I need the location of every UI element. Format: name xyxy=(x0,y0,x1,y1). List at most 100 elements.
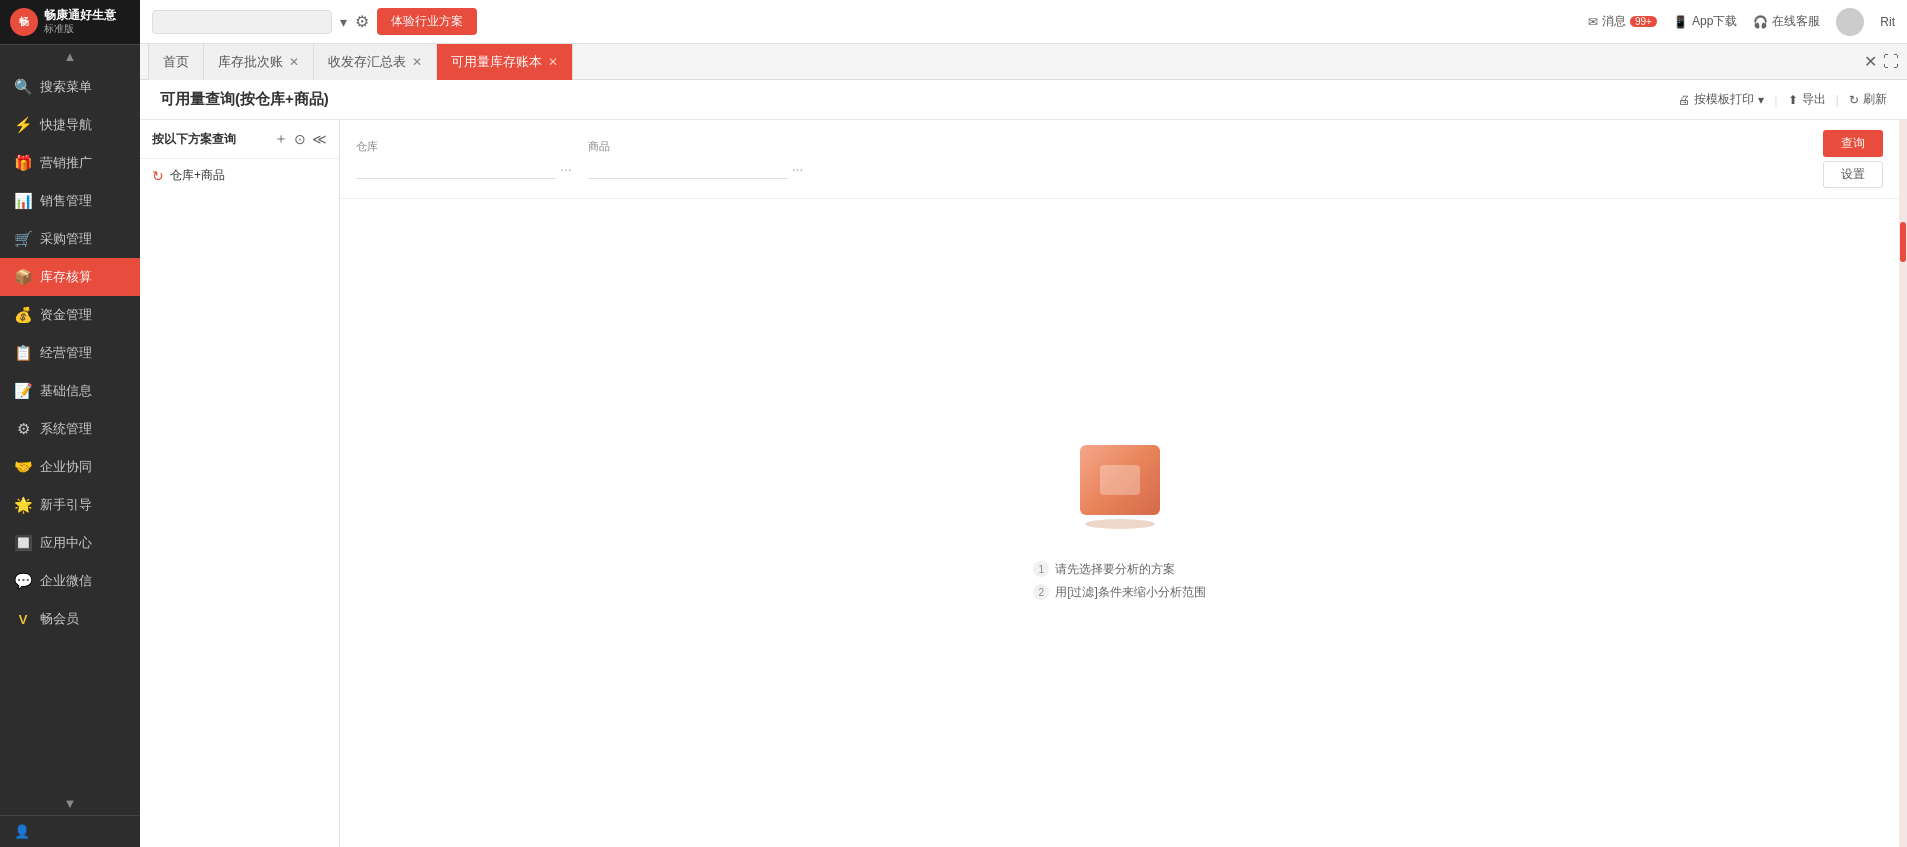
apps-icon: 🔲 xyxy=(14,534,32,552)
query-btn[interactable]: 查询 xyxy=(1823,130,1883,157)
empty-tips: 1 请先选择要分析的方案 2 用[过滤]条件来缩小分析范围 xyxy=(1033,561,1206,601)
scheme-item-warehouse-goods[interactable]: ↻ 仓库+商品 xyxy=(140,159,339,192)
goods-more-btn[interactable]: ··· xyxy=(792,161,804,177)
tab-home-label: 首页 xyxy=(163,53,189,71)
mobile-icon: 📱 xyxy=(1673,15,1688,29)
box-icon: 📦 xyxy=(14,268,32,286)
page-actions: 🖨 按模板打印 ▾ | ⬆ 导出 | ↻ 刷新 xyxy=(1678,91,1887,108)
online-service-label: 在线客服 xyxy=(1772,13,1820,30)
sidebar-scroll-down[interactable]: ▼ xyxy=(0,792,140,815)
app-download-btn[interactable]: 📱 App下载 xyxy=(1673,13,1737,30)
sidebar-scroll-up[interactable]: ▲ xyxy=(0,45,140,68)
sidebar-item-member[interactable]: V 畅会员 xyxy=(0,600,140,638)
note-icon: 📝 xyxy=(14,382,32,400)
sidebar-item-label: 销售管理 xyxy=(40,192,92,210)
sidebar-item-label: 资金管理 xyxy=(40,306,92,324)
user-icon: 👤 xyxy=(14,824,30,839)
topbar-search-input[interactable] xyxy=(152,10,332,34)
right-scrollbar[interactable] xyxy=(1899,120,1907,847)
message-label: 消息 xyxy=(1602,13,1626,30)
goods-input[interactable] xyxy=(588,158,788,179)
warehouse-label: 仓库 xyxy=(356,139,572,154)
tab-available-inventory[interactable]: 可用量库存账本 ✕ xyxy=(437,44,573,80)
tab-inventory-batch-close[interactable]: ✕ xyxy=(289,55,299,69)
chevron-down-icon: ▾ xyxy=(1758,93,1764,107)
sidebar-item-shortcut[interactable]: ⚡ 快捷导航 xyxy=(0,106,140,144)
sidebar-item-basic[interactable]: 📝 基础信息 xyxy=(0,372,140,410)
online-service-btn[interactable]: 🎧 在线客服 xyxy=(1753,13,1820,30)
tab-close-all-btn[interactable]: ✕ xyxy=(1864,52,1877,71)
export-btn[interactable]: ⬆ 导出 xyxy=(1788,91,1826,108)
app-download-label: App下载 xyxy=(1692,13,1737,30)
tab-inventory-batch[interactable]: 库存批次账 ✕ xyxy=(204,44,314,80)
sidebar-item-label: 快捷导航 xyxy=(40,116,92,134)
sidebar-item-newbie[interactable]: 🌟 新手引导 xyxy=(0,486,140,524)
sidebar-item-inventory[interactable]: 📦 库存核算 xyxy=(0,258,140,296)
sidebar-company-name: 畅康通好生意 xyxy=(44,8,116,22)
goods-filter: 商品 ··· xyxy=(588,139,804,179)
scheme-icon: ↻ xyxy=(152,168,164,184)
sidebar-item-label: 经营管理 xyxy=(40,344,92,362)
sidebar-item-sales[interactable]: 📊 销售管理 xyxy=(0,182,140,220)
sidebar-item-label: 营销推广 xyxy=(40,154,92,172)
print-template-btn[interactable]: 🖨 按模板打印 ▾ xyxy=(1678,91,1764,108)
industry-solution-btn[interactable]: 体验行业方案 xyxy=(377,8,477,35)
refresh-btn[interactable]: ↻ 刷新 xyxy=(1849,91,1887,108)
empty-state: 1 请先选择要分析的方案 2 用[过滤]条件来缩小分析范围 xyxy=(340,199,1899,847)
right-panel: 仓库 ··· 商品 ··· 查询 设置 xyxy=(340,120,1899,847)
sidebar-item-system[interactable]: ⚙ 系统管理 xyxy=(0,410,140,448)
tab-stock-summary[interactable]: 收发存汇总表 ✕ xyxy=(314,44,437,80)
sidebar-item-enterprise[interactable]: 🤝 企业协同 xyxy=(0,448,140,486)
refresh-icon: ↻ xyxy=(1849,93,1859,107)
message-btn[interactable]: ✉ 消息 99+ xyxy=(1588,13,1657,30)
left-panel-title: 按以下方案查询 xyxy=(152,131,268,148)
gift-icon: 🎁 xyxy=(14,154,32,172)
sidebar-item-purchase[interactable]: 🛒 采购管理 xyxy=(0,220,140,258)
warehouse-more-btn[interactable]: ··· xyxy=(560,161,572,177)
headset-icon: 🎧 xyxy=(1753,15,1768,29)
gear-icon: ⚙ xyxy=(14,420,32,438)
tab-stock-summary-close[interactable]: ✕ xyxy=(412,55,422,69)
left-panel: 按以下方案查询 ＋ ⊙ ≪ ↻ 仓库+商品 xyxy=(140,120,340,847)
tab-stock-summary-label: 收发存汇总表 xyxy=(328,53,406,71)
money-icon: 💰 xyxy=(14,306,32,324)
search-icon: 🔍 xyxy=(14,78,32,96)
page-header: 可用量查询(按仓库+商品) 🖨 按模板打印 ▾ | ⬆ 导出 | ↻ 刷新 xyxy=(140,80,1907,120)
sidebar-item-search[interactable]: 🔍 搜索菜单 xyxy=(0,68,140,106)
main-area: ▾ ⚙ 体验行业方案 ✉ 消息 99+ 📱 App下载 🎧 在线客服 Rit 首… xyxy=(140,0,1907,847)
tab-home[interactable]: 首页 xyxy=(148,44,204,80)
scheme-settings-btn[interactable]: ⊙ xyxy=(294,131,306,147)
export-icon: ⬆ xyxy=(1788,93,1798,107)
sidebar-header: 畅 畅康通好生意 标准版 xyxy=(0,0,140,45)
tab-expand-btn[interactable]: ⛶ xyxy=(1883,53,1899,71)
sidebar-item-apps[interactable]: 🔲 应用中心 xyxy=(0,524,140,562)
topbar-gear-icon[interactable]: ⚙ xyxy=(355,12,369,31)
topbar: ▾ ⚙ 体验行业方案 ✉ 消息 99+ 📱 App下载 🎧 在线客服 Rit xyxy=(140,0,1907,44)
empty-illustration xyxy=(1070,445,1170,545)
settings-btn[interactable]: 设置 xyxy=(1823,161,1883,188)
sidebar-logo: 畅 xyxy=(10,8,38,36)
empty-tip-2-text: 用[过滤]条件来缩小分析范围 xyxy=(1055,584,1206,601)
add-scheme-btn[interactable]: ＋ xyxy=(274,130,288,148)
scheme-item-label: 仓库+商品 xyxy=(170,167,225,184)
sidebar-item-label: 基础信息 xyxy=(40,382,92,400)
tab-available-inventory-close[interactable]: ✕ xyxy=(548,55,558,69)
topbar-dropdown-btn[interactable]: ▾ xyxy=(340,14,347,30)
sidebar-footer[interactable]: 👤 xyxy=(0,815,140,847)
sidebar-item-finance[interactable]: 💰 资金管理 xyxy=(0,296,140,334)
collapse-panel-btn[interactable]: ≪ xyxy=(312,131,327,147)
sidebar-item-label: 企业微信 xyxy=(40,572,92,590)
sidebar-item-operation[interactable]: 📋 经营管理 xyxy=(0,334,140,372)
clipboard-icon: 📋 xyxy=(14,344,32,362)
warehouse-input[interactable] xyxy=(356,158,556,179)
chat-icon: 💬 xyxy=(14,572,32,590)
sidebar-item-label: 应用中心 xyxy=(40,534,92,552)
print-icon: 🖨 xyxy=(1678,93,1690,107)
scrollbar-thumb[interactable] xyxy=(1900,222,1906,262)
sidebar-item-wechat[interactable]: 💬 企业微信 xyxy=(0,562,140,600)
cart-icon: 🛒 xyxy=(14,230,32,248)
handshake-icon: 🤝 xyxy=(14,458,32,476)
sidebar-item-marketing[interactable]: 🎁 营销推广 xyxy=(0,144,140,182)
filter-bar: 仓库 ··· 商品 ··· 查询 设置 xyxy=(340,120,1899,199)
filter-actions: 查询 设置 xyxy=(1823,130,1883,188)
